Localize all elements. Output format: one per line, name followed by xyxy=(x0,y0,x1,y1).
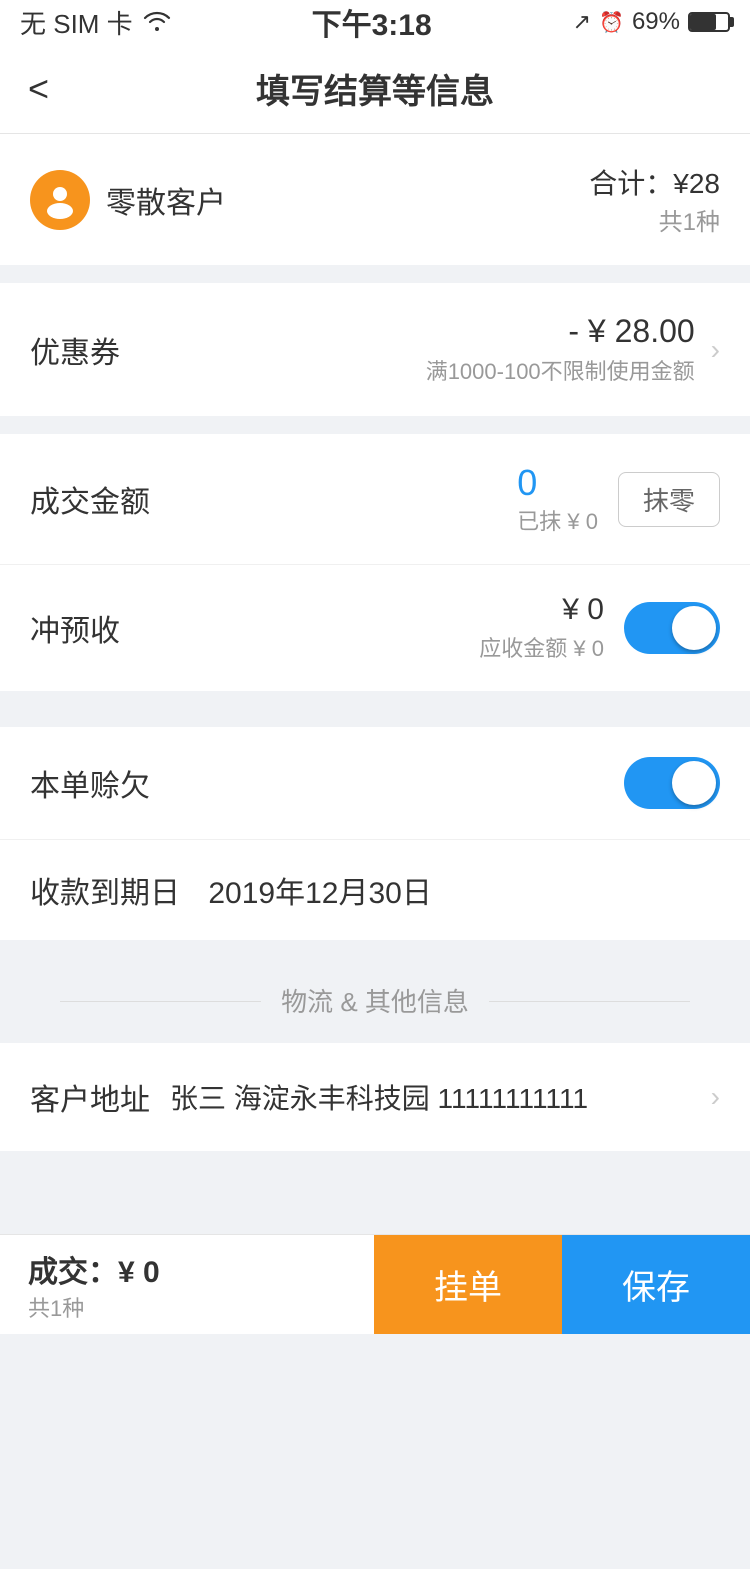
bottom-trans-label: 成交： xyxy=(28,1256,118,1289)
transaction-row: 成交金额 0 已抹 ¥ 0 抹零 xyxy=(0,434,750,565)
customer-row: 零散客户 合计：¥28 共1种 xyxy=(0,134,750,265)
bottom-count: 共1种 xyxy=(28,1291,346,1323)
transaction-section: 成交金额 0 已抹 ¥ 0 抹零 冲预收 ¥ 0 应收金额 ¥ 0 xyxy=(0,434,750,691)
prepay-values: ¥ 0 应收金额 ¥ 0 xyxy=(479,593,604,663)
back-button[interactable]: < xyxy=(28,68,49,110)
status-right: ↗ ⏰ 69% xyxy=(573,8,730,36)
nav-bar: < 填写结算等信息 xyxy=(0,44,750,134)
customer-name: 零散客户 xyxy=(106,178,226,222)
transaction-value: 0 xyxy=(517,462,598,504)
alarm-icon: ⏰ xyxy=(599,10,624,35)
chevron-right-icon: › xyxy=(711,334,720,366)
status-bar: 无 SIM 卡 下午3:18 ↗ ⏰ 69% xyxy=(0,0,750,44)
bottom-info: 成交：¥ 0 共1种 xyxy=(0,1235,374,1334)
bottom-spacer xyxy=(0,1469,750,1569)
page-title: 填写结算等信息 xyxy=(256,64,494,113)
bottom-bar: 成交：¥ 0 共1种 挂单 保存 xyxy=(0,1234,750,1334)
customer-avatar xyxy=(30,170,90,230)
address-section[interactable]: 客户地址 张三 海淀永丰科技园 11111111111 › xyxy=(0,1043,750,1151)
due-date-row: 收款到期日 2019年12月30日 xyxy=(0,839,750,940)
address-chevron-icon: › xyxy=(711,1081,720,1113)
prepay-row: 冲预收 ¥ 0 应收金额 ¥ 0 xyxy=(0,565,750,691)
customer-section: 零散客户 合计：¥28 共1种 xyxy=(0,134,750,265)
bottom-trans-value: ¥ 0 xyxy=(118,1256,160,1289)
customer-right: 合计：¥28 共1种 xyxy=(589,162,720,237)
coupon-amount: - ¥ 28.00 xyxy=(426,313,695,350)
battery-icon xyxy=(688,12,730,32)
status-time: 下午3:18 xyxy=(312,0,432,44)
prepay-label: 冲预收 xyxy=(30,606,120,650)
logistics-label: 物流 & 其他信息 xyxy=(261,987,489,1017)
credit-label: 本单赊欠 xyxy=(30,761,150,805)
divider-1 xyxy=(0,709,750,727)
due-date-value: 2019年12月30日 xyxy=(208,877,431,910)
prepay-toggle[interactable] xyxy=(624,602,720,654)
transaction-right: 0 已抹 ¥ 0 抹零 xyxy=(517,462,720,536)
address-value: 张三 海淀永丰科技园 11111111111 xyxy=(170,1077,711,1117)
coupon-right: - ¥ 28.00 满1000-100不限制使用金额 › xyxy=(426,313,720,386)
coupon-sub: 满1000-100不限制使用金额 xyxy=(426,354,695,386)
credit-row: 本单赊欠 xyxy=(0,727,750,839)
bottom-total: 成交：¥ 0 xyxy=(28,1247,346,1291)
customer-left: 零散客户 xyxy=(30,170,226,230)
transaction-label: 成交金额 xyxy=(30,477,150,521)
total-amount: 合计：¥28 xyxy=(589,162,720,202)
status-left: 无 SIM 卡 xyxy=(20,4,171,41)
coupon-label: 优惠券 xyxy=(30,328,120,372)
prepay-right: ¥ 0 应收金额 ¥ 0 xyxy=(479,593,720,663)
coupon-section[interactable]: 优惠券 - ¥ 28.00 满1000-100不限制使用金额 › xyxy=(0,283,750,416)
total-count: 共1种 xyxy=(589,202,720,237)
wifi-icon xyxy=(143,7,171,38)
coupon-row[interactable]: 优惠券 - ¥ 28.00 满1000-100不限制使用金额 › xyxy=(0,283,750,416)
due-date-label: 收款到期日 xyxy=(30,877,180,910)
battery-percent: 69% xyxy=(632,8,680,36)
transaction-sub: 已抹 ¥ 0 xyxy=(517,504,598,536)
toggle-knob xyxy=(672,606,716,650)
prepay-sub: 应收金额 ¥ 0 xyxy=(479,631,604,663)
address-row[interactable]: 客户地址 张三 海淀永丰科技园 11111111111 › xyxy=(0,1043,750,1151)
round-button[interactable]: 抹零 xyxy=(618,472,720,527)
credit-toggle-knob xyxy=(672,761,716,805)
save-button[interactable]: 保存 xyxy=(562,1235,750,1334)
prepay-main: ¥ 0 xyxy=(479,593,604,627)
logistics-header: 物流 & 其他信息 xyxy=(0,958,750,1043)
hold-button[interactable]: 挂单 xyxy=(374,1235,562,1334)
divider-2 xyxy=(0,940,750,958)
carrier-text: 无 SIM 卡 xyxy=(20,4,133,41)
credit-section: 本单赊欠 收款到期日 2019年12月30日 xyxy=(0,727,750,940)
location-icon: ↗ xyxy=(573,9,591,35)
address-label: 客户地址 xyxy=(30,1075,150,1119)
credit-toggle[interactable] xyxy=(624,757,720,809)
